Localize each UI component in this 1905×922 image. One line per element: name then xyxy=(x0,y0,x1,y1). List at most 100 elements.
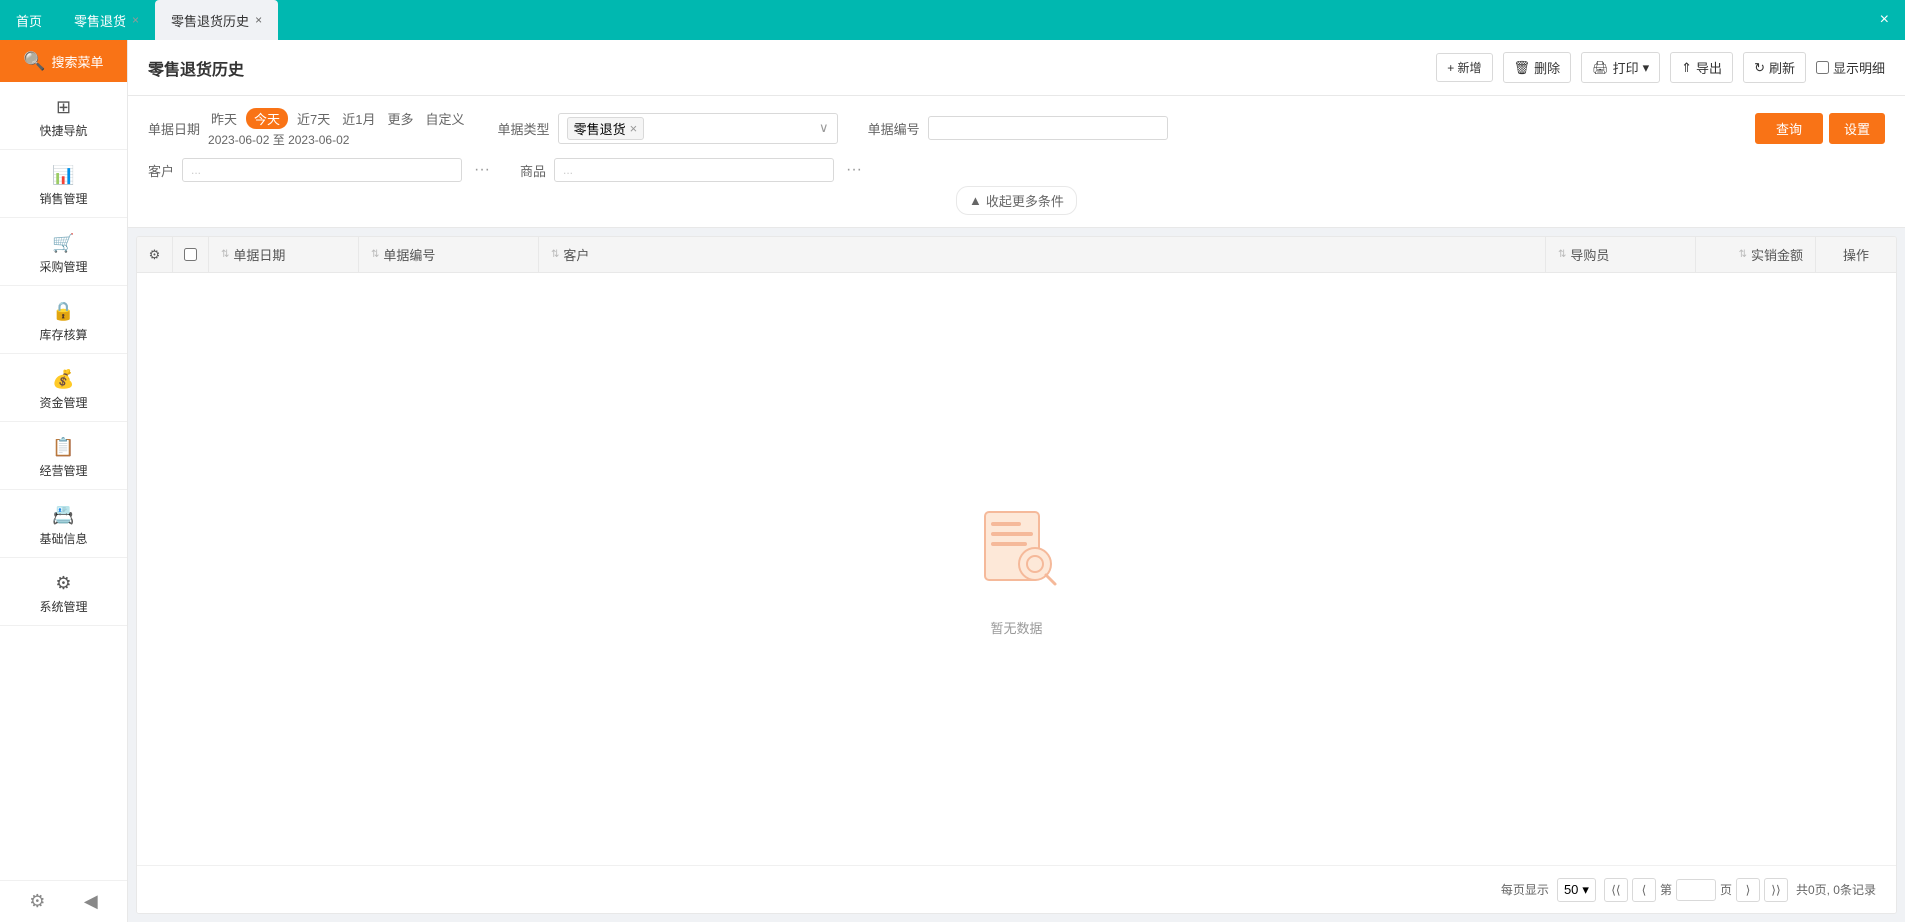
print-button[interactable]: 🖨 打印 ▾ xyxy=(1581,52,1660,83)
sidebar-item-sales-mgmt[interactable]: 📊 销售管理 xyxy=(0,150,127,218)
show-detail-label: 显示明细 xyxy=(1833,58,1885,77)
sidebar-item-system-mgmt[interactable]: ⚙ 系统管理 xyxy=(0,558,127,626)
page-nav: ⟨⟨ ⟨ 第 1 页 ⟩ ⟩⟩ xyxy=(1604,878,1788,902)
empty-text: 暂无数据 xyxy=(990,618,1042,637)
tab-retail-return-label: 零售退货 xyxy=(74,11,126,30)
date-shortcuts-row: 昨天 今天 近7天 近1月 更多 自定义 xyxy=(208,108,468,129)
toolbar: + 新增 🗑 删除 🖨 打印 ▾ ⇑ 导出 ↻ xyxy=(1436,52,1885,83)
export-label: 导出 xyxy=(1696,58,1722,77)
doc-type-tag-close[interactable]: × xyxy=(630,121,638,136)
sidebar-item-purchase-label: 采购管理 xyxy=(39,258,87,275)
page-size-select[interactable]: 50 ▾ xyxy=(1557,878,1596,902)
content: 零售退货历史 + 新增 🗑 删除 🖨 打印 ▾ ⇑ 导出 xyxy=(128,40,1905,922)
date-range-display: 2023-06-02 至 2023-06-02 xyxy=(208,131,468,148)
sidebar-item-finance-label: 资金管理 xyxy=(39,394,87,411)
tab-home[interactable]: 首页 xyxy=(0,0,58,40)
sidebar-search[interactable]: 🔍 搜索菜单 xyxy=(0,40,127,82)
th-settings[interactable]: ⚙ xyxy=(137,237,173,272)
th-checkbox[interactable] xyxy=(173,237,209,272)
th-date[interactable]: ⇅ 单据日期 xyxy=(209,237,359,272)
query-button[interactable]: 查询 xyxy=(1755,113,1823,144)
sidebar-item-inventory[interactable]: 🔒 库存核算 xyxy=(0,286,127,354)
doc-type-dropdown-arrow: ∨ xyxy=(819,120,829,136)
sidebar-item-quick-nav[interactable]: ⊞ 快捷导航 xyxy=(0,82,127,150)
empty-icon xyxy=(967,502,1067,602)
customer-label: 客户 xyxy=(148,161,174,180)
doc-no-filter: 单据编号 xyxy=(868,116,1168,140)
goods-more-btn[interactable]: ··· xyxy=(846,161,862,179)
th-guide[interactable]: ⇅ 导购员 xyxy=(1546,237,1696,272)
purchase-icon: 🛒 xyxy=(53,232,75,254)
tab-retail-return-close[interactable]: × xyxy=(132,13,139,27)
sidebar-bottom: ⚙ ◀ xyxy=(0,880,127,922)
th-customer[interactable]: ⇅ 客户 xyxy=(539,237,1546,272)
last-page-btn[interactable]: ⟩⟩ xyxy=(1764,878,1788,902)
shortcut-7days[interactable]: 近7天 xyxy=(294,108,333,129)
sales-icon: 📊 xyxy=(53,164,75,186)
page-size-dropdown-icon: ▾ xyxy=(1582,882,1589,898)
sort-icon-guide: ⇅ xyxy=(1558,249,1566,260)
tab-retail-return-history-close[interactable]: × xyxy=(255,13,262,27)
tab-retail-return-history-label: 零售退货历史 xyxy=(171,11,249,30)
collapse-button[interactable]: ▲ 收起更多条件 xyxy=(956,186,1077,215)
shortcut-1month[interactable]: 近1月 xyxy=(339,108,378,129)
doc-type-select[interactable]: 零售退货 × ∨ xyxy=(558,113,838,144)
customer-input[interactable] xyxy=(182,158,462,182)
page-unit: 页 xyxy=(1720,881,1732,898)
collapse-container: ▲ 收起更多条件 xyxy=(148,186,1885,215)
page-title: 零售退货历史 xyxy=(148,56,244,80)
top-tabs: 首页 零售退货 × 零售退货历史 × xyxy=(0,0,1880,40)
page-header: 零售退货历史 + 新增 🗑 删除 🖨 打印 ▾ ⇑ 导出 xyxy=(128,40,1905,96)
customer-filter: 客户 ··· xyxy=(148,158,490,182)
refresh-button[interactable]: ↻ 刷新 xyxy=(1743,52,1806,83)
prev-page-btn[interactable]: ⟨ xyxy=(1632,878,1656,902)
th-amount[interactable]: ⇅ 实销金额 xyxy=(1696,237,1816,272)
shortcut-yesterday[interactable]: 昨天 xyxy=(208,108,240,129)
collapse-label: 收起更多条件 xyxy=(986,191,1064,210)
window-close[interactable]: × xyxy=(1880,11,1905,29)
tab-retail-return-history[interactable]: 零售退货历史 × xyxy=(155,0,278,40)
sidebar-item-operations[interactable]: 📋 经营管理 xyxy=(0,422,127,490)
refresh-icon: ↻ xyxy=(1754,60,1765,76)
goods-input[interactable] xyxy=(554,158,834,182)
system-icon: ⚙ xyxy=(53,572,75,594)
sidebar-item-finance[interactable]: 💰 资金管理 xyxy=(0,354,127,422)
main-layout: 🔍 搜索菜单 ⊞ 快捷导航 📊 销售管理 🛒 采购管理 🔒 库存核算 💰 资金管… xyxy=(0,40,1905,922)
sidebar-item-quick-nav-label: 快捷导航 xyxy=(39,122,87,139)
settings-gear-icon[interactable]: ⚙ xyxy=(29,891,45,912)
doc-no-input[interactable] xyxy=(928,116,1168,140)
th-docno[interactable]: ⇅ 单据编号 xyxy=(359,237,539,272)
export-button[interactable]: ⇑ 导出 xyxy=(1670,52,1733,83)
shortcut-custom[interactable]: 自定义 xyxy=(423,108,468,129)
page-size-label: 每页显示 xyxy=(1501,881,1549,898)
sidebar-item-basic-info-label: 基础信息 xyxy=(39,530,87,547)
shortcut-more[interactable]: 更多 xyxy=(385,108,417,129)
basic-info-icon: 📇 xyxy=(53,504,75,526)
sidebar-item-purchase-mgmt[interactable]: 🛒 采购管理 xyxy=(0,218,127,286)
tab-home-label: 首页 xyxy=(16,11,42,30)
collapse-sidebar-icon[interactable]: ◀ xyxy=(84,891,98,912)
delete-button[interactable]: 🗑 删除 xyxy=(1503,52,1572,83)
date-shortcuts-container: 昨天 今天 近7天 近1月 更多 自定义 2023-06-02 至 2023-0… xyxy=(208,108,468,148)
customer-more-btn[interactable]: ··· xyxy=(474,161,490,179)
add-button[interactable]: + 新增 xyxy=(1436,53,1492,82)
sidebar-item-basic-info[interactable]: 📇 基础信息 xyxy=(0,490,127,558)
show-detail-checkbox[interactable] xyxy=(1816,61,1829,74)
th-date-label: 单据日期 xyxy=(233,245,285,264)
next-page-btn[interactable]: ⟩ xyxy=(1736,878,1760,902)
inventory-icon: 🔒 xyxy=(53,300,75,322)
page-number-input[interactable]: 1 xyxy=(1676,879,1716,901)
doc-type-tag-value: 零售退货 xyxy=(574,119,626,138)
table-area: ⚙ ⇅ 单据日期 ⇅ 单据编号 ⇅ 客户 ⇅ xyxy=(136,236,1897,914)
shortcut-today[interactable]: 今天 xyxy=(246,108,288,129)
select-all-checkbox[interactable] xyxy=(184,248,197,261)
settings-button[interactable]: 设置 xyxy=(1829,113,1885,144)
tab-retail-return[interactable]: 零售退货 × xyxy=(58,0,155,40)
show-detail-toggle[interactable]: 显示明细 xyxy=(1816,58,1885,77)
goods-filter: 商品 ··· xyxy=(520,158,862,182)
sidebar-item-inventory-label: 库存核算 xyxy=(39,326,87,343)
th-docno-label: 单据编号 xyxy=(383,245,435,264)
collapse-icon: ▲ xyxy=(969,193,982,208)
first-page-btn[interactable]: ⟨⟨ xyxy=(1604,878,1628,902)
sort-icon-amount: ⇅ xyxy=(1739,249,1747,260)
